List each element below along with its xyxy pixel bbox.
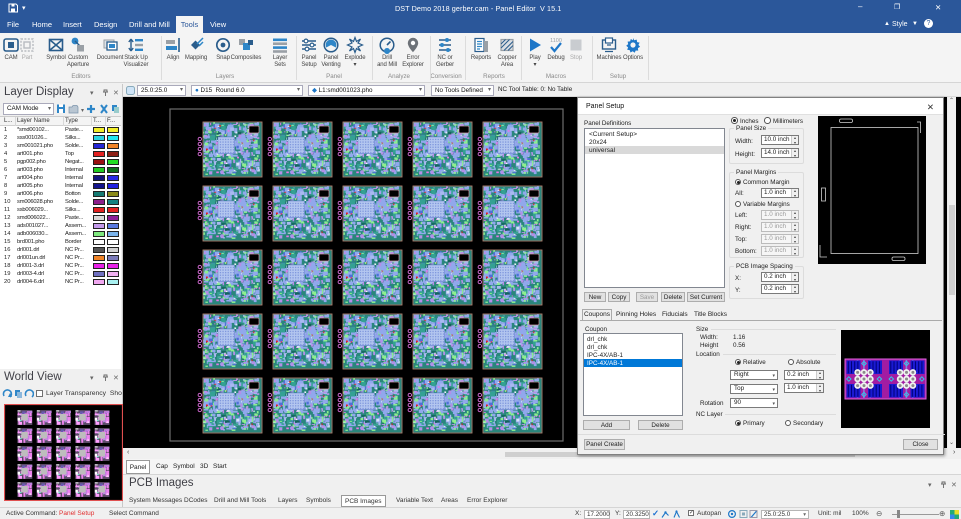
svg-text:▾: ▾ [81,108,84,114]
